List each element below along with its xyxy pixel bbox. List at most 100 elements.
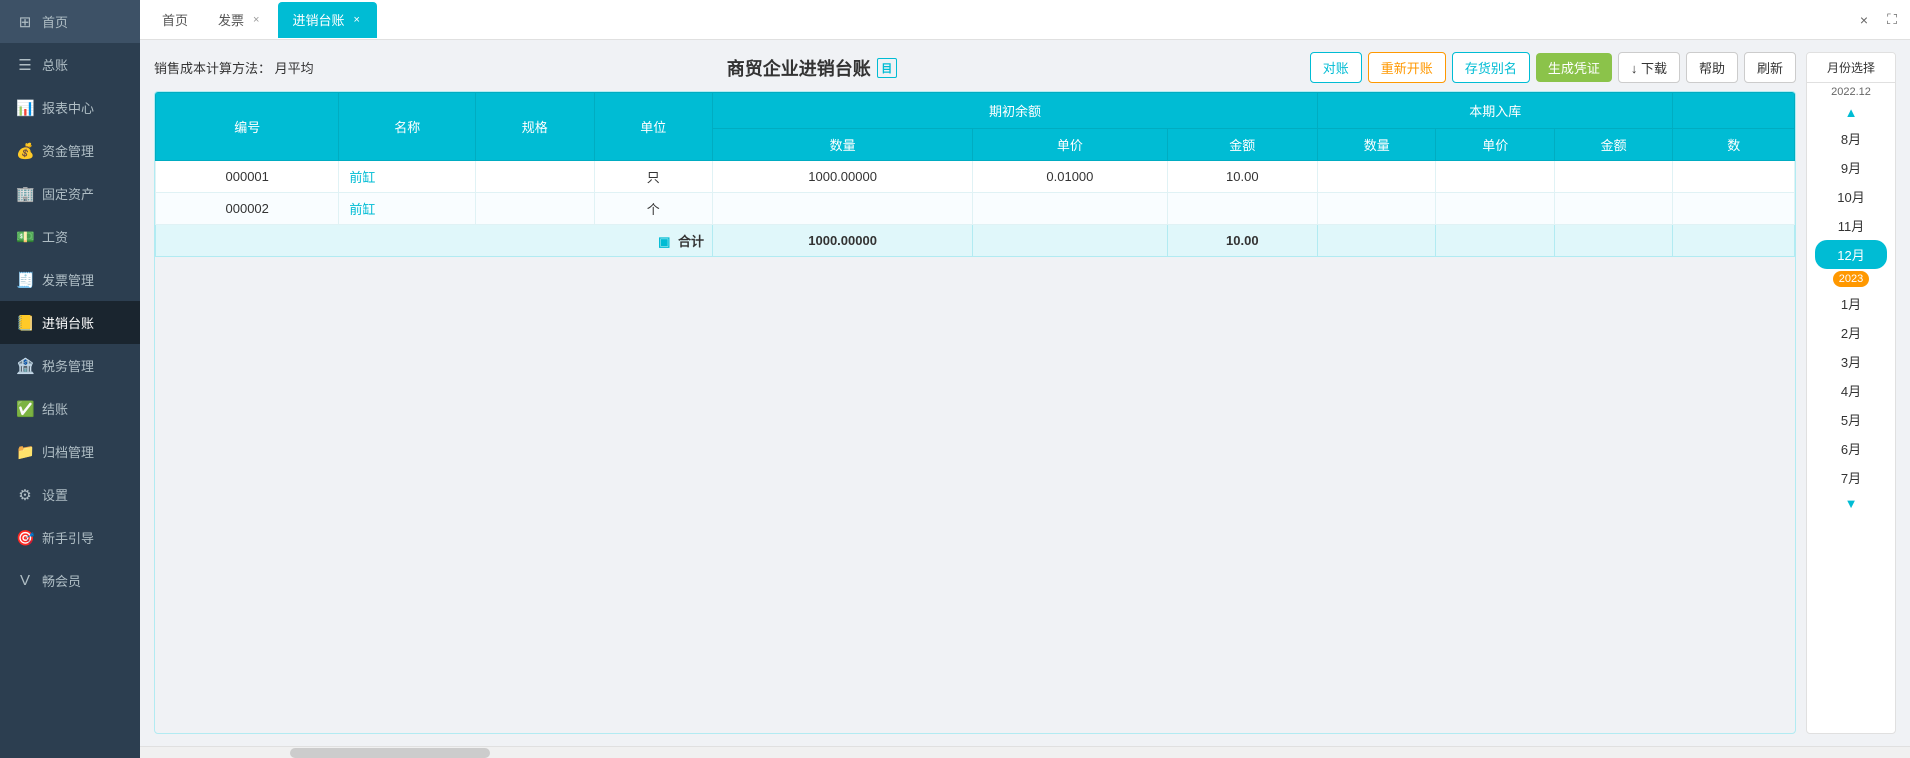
scroll-thumb[interactable] [290,748,490,758]
content-area: 销售成本计算方法： 月平均 商贸企业进销台账 目 对账 重新开账 存货别名 生成… [140,40,1910,746]
window-close-button[interactable]: × [1854,10,1874,30]
month-selector-panel: 月份选择 2022.12 ▲ 8月 9月 10月 11月 12月 2023 1月… [1806,52,1896,734]
total-in-qty [1318,225,1436,257]
home-icon: ⊞ [16,13,34,31]
row2-in-amount [1554,193,1672,225]
cost-method-value: 月平均 [275,61,314,76]
month-11[interactable]: 11月 [1807,211,1895,240]
month-9[interactable]: 9月 [1807,153,1895,182]
sidebar-item-reports[interactable]: 📊 报表中心 [0,86,140,129]
data-table: 编号 名称 规格 单位 期初余额 本期入库 数量 单价 金额 数量 [155,92,1795,257]
col-header-name: 名称 [339,93,476,161]
total-icon: ▣ [658,234,670,249]
sidebar-item-tax[interactable]: 🏦 税务管理 [0,344,140,387]
month-5[interactable]: 5月 [1807,405,1895,434]
month-4[interactable]: 4月 [1807,376,1895,405]
row2-ob-amount [1167,193,1317,225]
tab-purchase-sales[interactable]: 进销台账 × [278,2,376,38]
sidebar-item-settings[interactable]: ⚙ 设置 [0,473,140,516]
reopen-button[interactable]: 重新开账 [1368,52,1446,83]
row2-in-price [1436,193,1554,225]
guide-icon: 🎯 [16,529,34,547]
month-1[interactable]: 1月 [1807,289,1895,318]
row2-extra [1673,193,1795,225]
sidebar-item-label: 工资 [42,227,68,246]
action-buttons: 对账 重新开账 存货别名 生成凭证 ↓ 下载 帮助 刷新 [1310,52,1796,83]
total-label: ▣ 合计 [156,225,713,257]
total-in-amount [1554,225,1672,257]
month-3[interactable]: 3月 [1807,347,1895,376]
main-content: 首页 发票 × 进销台账 × × ⛶ 销售成本计算方法： 月平均 商贸企业进销台… [140,0,1910,758]
horizontal-scrollbar[interactable] [140,746,1910,758]
page-title-text: 商贸企业进销台账 [727,55,871,81]
row1-ob-price: 0.01000 [973,161,1167,193]
tab-invoice[interactable]: 发票 × [204,2,276,38]
month-2[interactable]: 2月 [1807,318,1895,347]
sidebar-item-label: 新手引导 [42,528,94,547]
generate-voucher-button[interactable]: 生成凭证 [1536,53,1612,82]
col-sub-ob-price: 单价 [973,129,1167,161]
sidebar: ⊞ 首页 ☰ 总账 📊 报表中心 💰 资金管理 🏢 固定资产 💵 工资 🧾 发票… [0,0,140,758]
col-sub-ob-amount: 金额 [1167,129,1317,161]
total-ob-amount: 10.00 [1167,225,1317,257]
sidebar-item-vip[interactable]: V 畅会员 [0,559,140,602]
total-ob-qty: 1000.00000 [713,225,973,257]
reconcile-button[interactable]: 对账 [1310,52,1362,83]
sidebar-item-guide[interactable]: 🎯 新手引导 [0,516,140,559]
month-6[interactable]: 6月 [1807,434,1895,463]
archive-icon: 📁 [16,443,34,461]
row1-in-amount [1554,161,1672,193]
row2-ob-price [973,193,1167,225]
sidebar-item-label: 畅会员 [42,571,81,590]
month-12[interactable]: 12月 [1815,240,1887,269]
col-sub-extra: 数 [1673,129,1795,161]
sidebar-item-label: 首页 [42,12,68,31]
sidebar-item-label: 报表中心 [42,98,94,117]
tab-purchase-sales-label: 进销台账 [292,10,344,29]
sidebar-item-archive[interactable]: 📁 归档管理 [0,430,140,473]
row2-unit: 个 [594,193,712,225]
page-title-icon: 目 [877,58,897,78]
sidebar-item-home[interactable]: ⊞ 首页 [0,0,140,43]
month-10[interactable]: 10月 [1807,182,1895,211]
cost-method: 销售成本计算方法： 月平均 [154,58,314,77]
tab-invoice-close[interactable]: × [250,13,262,27]
sidebar-item-label: 发票管理 [42,270,94,289]
sidebar-item-salary[interactable]: 💵 工资 [0,215,140,258]
row1-name: 前缸 [339,161,476,193]
col-header-unit: 单位 [594,93,712,161]
tab-home-label: 首页 [162,10,188,29]
sidebar-item-label: 资金管理 [42,141,94,160]
sidebar-item-checkout[interactable]: ✅ 结账 [0,387,140,430]
refresh-button[interactable]: 刷新 [1744,52,1796,83]
save-alias-button[interactable]: 存货别名 [1452,52,1530,83]
col-header-spec: 规格 [476,93,594,161]
row1-ob-amount: 10.00 [1167,161,1317,193]
ledger-icon: ☰ [16,56,34,74]
month-8[interactable]: 8月 [1807,124,1895,153]
month-scroll-up-button[interactable]: ▲ [1807,101,1895,124]
reports-icon: 📊 [16,99,34,117]
sidebar-item-ledger[interactable]: ☰ 总账 [0,43,140,86]
tab-purchase-sales-close[interactable]: × [350,13,362,27]
sidebar-item-purchase-sales[interactable]: 📒 进销台账 [0,301,140,344]
month-scroll-down-button[interactable]: ▼ [1807,492,1895,515]
row1-id: 000001 [156,161,339,193]
row1-extra [1673,161,1795,193]
tab-home[interactable]: 首页 [148,2,202,38]
table-row: 000002 前缸 个 [156,193,1795,225]
data-table-container: 编号 名称 规格 单位 期初余额 本期入库 数量 单价 金额 数量 [154,91,1796,734]
row1-in-price [1436,161,1554,193]
sidebar-item-assets[interactable]: 🏢 固定资产 [0,172,140,215]
month-7[interactable]: 7月 [1807,463,1895,492]
vip-icon: V [16,572,34,589]
invoice-mgmt-icon: 🧾 [16,271,34,289]
help-button[interactable]: 帮助 [1686,52,1738,83]
row2-spec [476,193,594,225]
sidebar-item-invoice-mgmt[interactable]: 🧾 发票管理 [0,258,140,301]
window-maximize-button[interactable]: ⛶ [1882,10,1902,30]
total-text: 合计 [678,234,704,249]
download-button[interactable]: ↓ 下载 [1618,52,1680,83]
sidebar-item-finance[interactable]: 💰 资金管理 [0,129,140,172]
total-row: ▣ 合计 1000.00000 10.00 [156,225,1795,257]
